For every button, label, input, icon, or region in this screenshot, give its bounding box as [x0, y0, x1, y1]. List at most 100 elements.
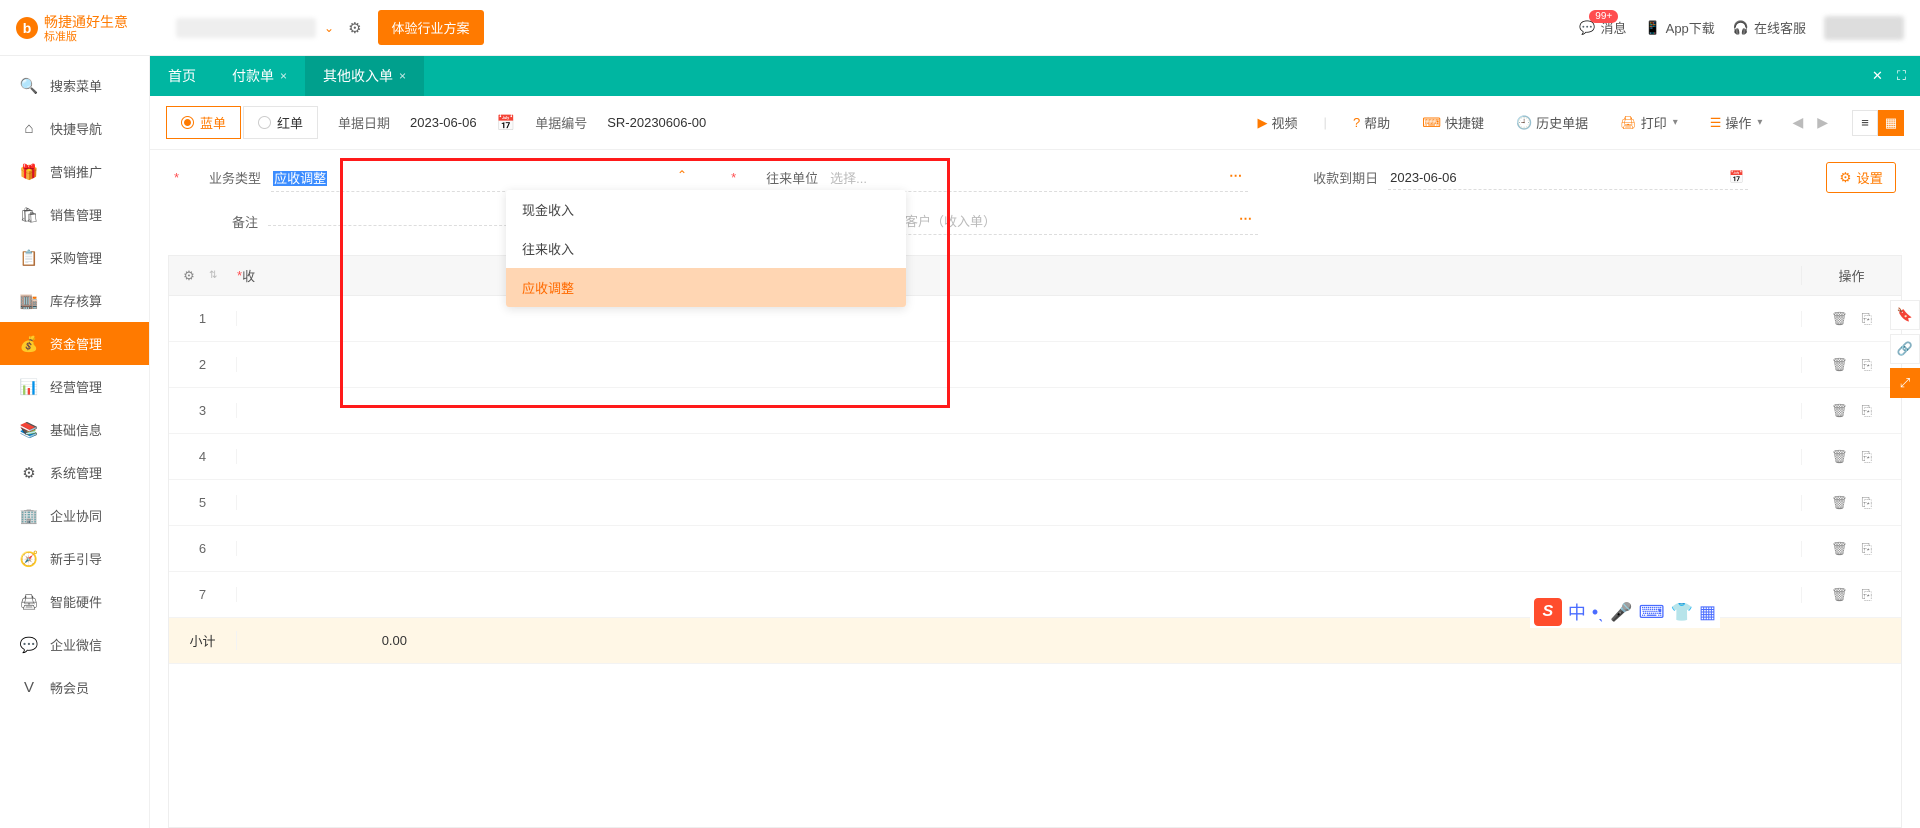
calendar-icon[interactable]: 📅 — [497, 114, 516, 132]
rail-tag-icon[interactable]: 🔖 — [1890, 300, 1920, 330]
page-tab[interactable]: 付款单 × — [214, 56, 305, 96]
row-number: 1 — [169, 311, 237, 326]
prev-doc-button[interactable]: ◀ — [1788, 114, 1807, 131]
dropdown-opt-cash-income[interactable]: 现金收入 — [506, 190, 906, 229]
user-avatar[interactable] — [1824, 16, 1904, 40]
sidebar-item[interactable]: 🖨智能硬件 — [0, 580, 149, 623]
copy-icon[interactable]: ⎘ — [1862, 357, 1872, 373]
delete-icon[interactable]: 🗑 — [1831, 449, 1848, 465]
help-button[interactable]: ?帮助 — [1347, 109, 1396, 136]
party-select[interactable]: 选择... ⋯ — [828, 164, 1248, 192]
sidebar-item[interactable]: 🧭新手引导 — [0, 537, 149, 580]
delete-icon[interactable]: 🗑 — [1831, 403, 1848, 419]
subtotal-label: 小计 — [169, 631, 237, 650]
sidebar-item[interactable]: ⌂快捷导航 — [0, 107, 149, 150]
table-row[interactable]: 1 🗑 ⎘ — [169, 296, 1901, 342]
biz-type-dropdown: 现金收入 往来收入 应收调整 — [506, 190, 906, 307]
support-label: 在线客服 — [1754, 18, 1806, 37]
biz-type-select[interactable]: 应收调整 ⌃ — [271, 164, 691, 192]
copy-icon[interactable]: ⎘ — [1862, 587, 1872, 603]
print-button[interactable]: 🖨打印▾ — [1614, 109, 1684, 136]
sidebar-item[interactable]: 💬企业微信 — [0, 623, 149, 666]
close-icon[interactable]: × — [399, 69, 406, 83]
copy-icon[interactable]: ⎘ — [1862, 449, 1872, 465]
header-right: 💬 99+ 消息 📱 App下载 🎧 在线客服 — [1579, 16, 1904, 40]
row-number: 5 — [169, 495, 237, 510]
ime-keyboard-icon[interactable]: ⌨ — [1639, 602, 1665, 623]
table-row[interactable]: 4🗑⎘ — [169, 434, 1901, 480]
table-row[interactable]: 2🗑⎘ — [169, 342, 1901, 388]
ime-sogou-icon[interactable]: S — [1534, 598, 1562, 626]
page-tab[interactable]: 其他收入单 × — [305, 56, 424, 96]
delete-icon[interactable]: 🗑 — [1831, 311, 1848, 327]
delete-icon[interactable]: 🗑 — [1831, 587, 1848, 603]
org-selector[interactable]: ⌄ — [176, 18, 334, 38]
sidebar-item[interactable]: 🏬库存核算 — [0, 279, 149, 322]
due-date-input[interactable]: 2023-06-06 📅 — [1388, 166, 1748, 190]
rail-expand-icon[interactable]: ⤢ — [1890, 368, 1920, 398]
delete-icon[interactable]: 🗑 — [1831, 541, 1848, 557]
ime-skin-icon[interactable]: 👕 — [1671, 602, 1693, 623]
tab-label: 付款单 — [232, 66, 274, 86]
copy-icon[interactable]: ⎘ — [1862, 495, 1872, 511]
table-gear-icon[interactable]: ⚙ — [169, 268, 209, 284]
view-list-button[interactable]: ≡ — [1852, 110, 1878, 136]
tab-label: 其他收入单 — [323, 66, 393, 86]
sidebar-item[interactable]: 💰资金管理 — [0, 322, 149, 365]
close-icon[interactable]: × — [280, 69, 287, 83]
play-icon: ▶ — [1258, 115, 1268, 131]
sidebar-item-label: 采购管理 — [50, 248, 102, 267]
delete-icon[interactable]: 🗑 — [1831, 357, 1848, 373]
delete-icon[interactable]: 🗑 — [1831, 495, 1848, 511]
table-row[interactable]: 6🗑⎘ — [169, 526, 1901, 572]
support-link[interactable]: 🎧 在线客服 — [1733, 18, 1806, 37]
copy-icon[interactable]: ⎘ — [1862, 541, 1872, 557]
shortcut-button[interactable]: ⌨快捷键 — [1416, 109, 1490, 136]
remark-label: 备注 — [174, 212, 258, 231]
dropdown-opt-receivable-adj[interactable]: 应收调整 — [506, 268, 906, 307]
ime-grid-icon[interactable]: ▦ — [1699, 602, 1716, 623]
settings-button[interactable]: ⚙ 设置 — [1826, 162, 1896, 193]
sidebar-item[interactable]: ⚙系统管理 — [0, 451, 149, 494]
sidebar-item[interactable]: 📋采购管理 — [0, 236, 149, 279]
next-doc-button[interactable]: ▶ — [1813, 114, 1832, 131]
copy-icon[interactable]: ⎘ — [1862, 403, 1872, 419]
print-icon: 🖨 — [1620, 115, 1637, 131]
calendar-icon[interactable]: 📅 — [1729, 170, 1744, 184]
doc-date-value[interactable]: 2023-06-06 — [410, 115, 477, 130]
video-button[interactable]: ▶视频 — [1252, 109, 1304, 136]
more-icon[interactable]: ⋯ — [1239, 211, 1254, 227]
table-row[interactable]: 3 🗑 ⎘ — [169, 388, 1901, 434]
history-button[interactable]: 🕘历史单据 — [1510, 109, 1594, 136]
type-tab-red[interactable]: 红单 — [243, 106, 318, 139]
view-card-button[interactable]: ▦ — [1878, 110, 1904, 136]
tab-expand-icon[interactable]: ⛶ — [1897, 68, 1906, 84]
messages-link[interactable]: 💬 99+ 消息 — [1579, 18, 1626, 37]
sidebar-item-label: 企业微信 — [50, 635, 102, 654]
sidebar-item[interactable]: 🎁营销推广 — [0, 150, 149, 193]
gear-icon[interactable]: ⚙ — [348, 19, 361, 37]
sidebar-item[interactable]: 📊经营管理 — [0, 365, 149, 408]
type-tab-blue[interactable]: 蓝单 — [166, 106, 241, 139]
operate-button[interactable]: ☰操作▾ — [1704, 109, 1769, 136]
sidebar-item[interactable]: V畅会员 — [0, 666, 149, 709]
sort-icon[interactable]: ⇅ — [209, 270, 237, 281]
rail-link-icon[interactable]: 🔗 — [1890, 334, 1920, 364]
sidebar-item[interactable]: 🏢企业协同 — [0, 494, 149, 537]
sidebar-item[interactable]: 🔍搜索菜单 — [0, 64, 149, 107]
ime-lang-toggle[interactable]: 中 — [1568, 599, 1586, 625]
ime-punct-icon[interactable]: •ˎ — [1592, 602, 1604, 623]
tab-close-all-icon[interactable]: ✕ — [1872, 68, 1883, 84]
dropdown-opt-ar-income[interactable]: 往来收入 — [506, 229, 906, 268]
table-row[interactable]: 5 🗑 ⎘ — [169, 480, 1901, 526]
more-icon[interactable]: ⋯ — [1229, 168, 1244, 184]
industry-trial-button[interactable]: 体验行业方案 — [378, 10, 484, 45]
app-download-link[interactable]: 📱 App下载 — [1644, 18, 1714, 37]
sidebar-item[interactable]: 🛍销售管理 — [0, 193, 149, 236]
sidebar-item[interactable]: 📚基础信息 — [0, 408, 149, 451]
copy-icon[interactable]: ⎘ — [1862, 311, 1872, 327]
ime-mic-icon[interactable]: 🎤 — [1610, 602, 1632, 623]
sidebar-item-label: 系统管理 — [50, 463, 102, 482]
row-number: 3 — [169, 403, 237, 418]
page-tab[interactable]: 首页 — [150, 56, 214, 96]
